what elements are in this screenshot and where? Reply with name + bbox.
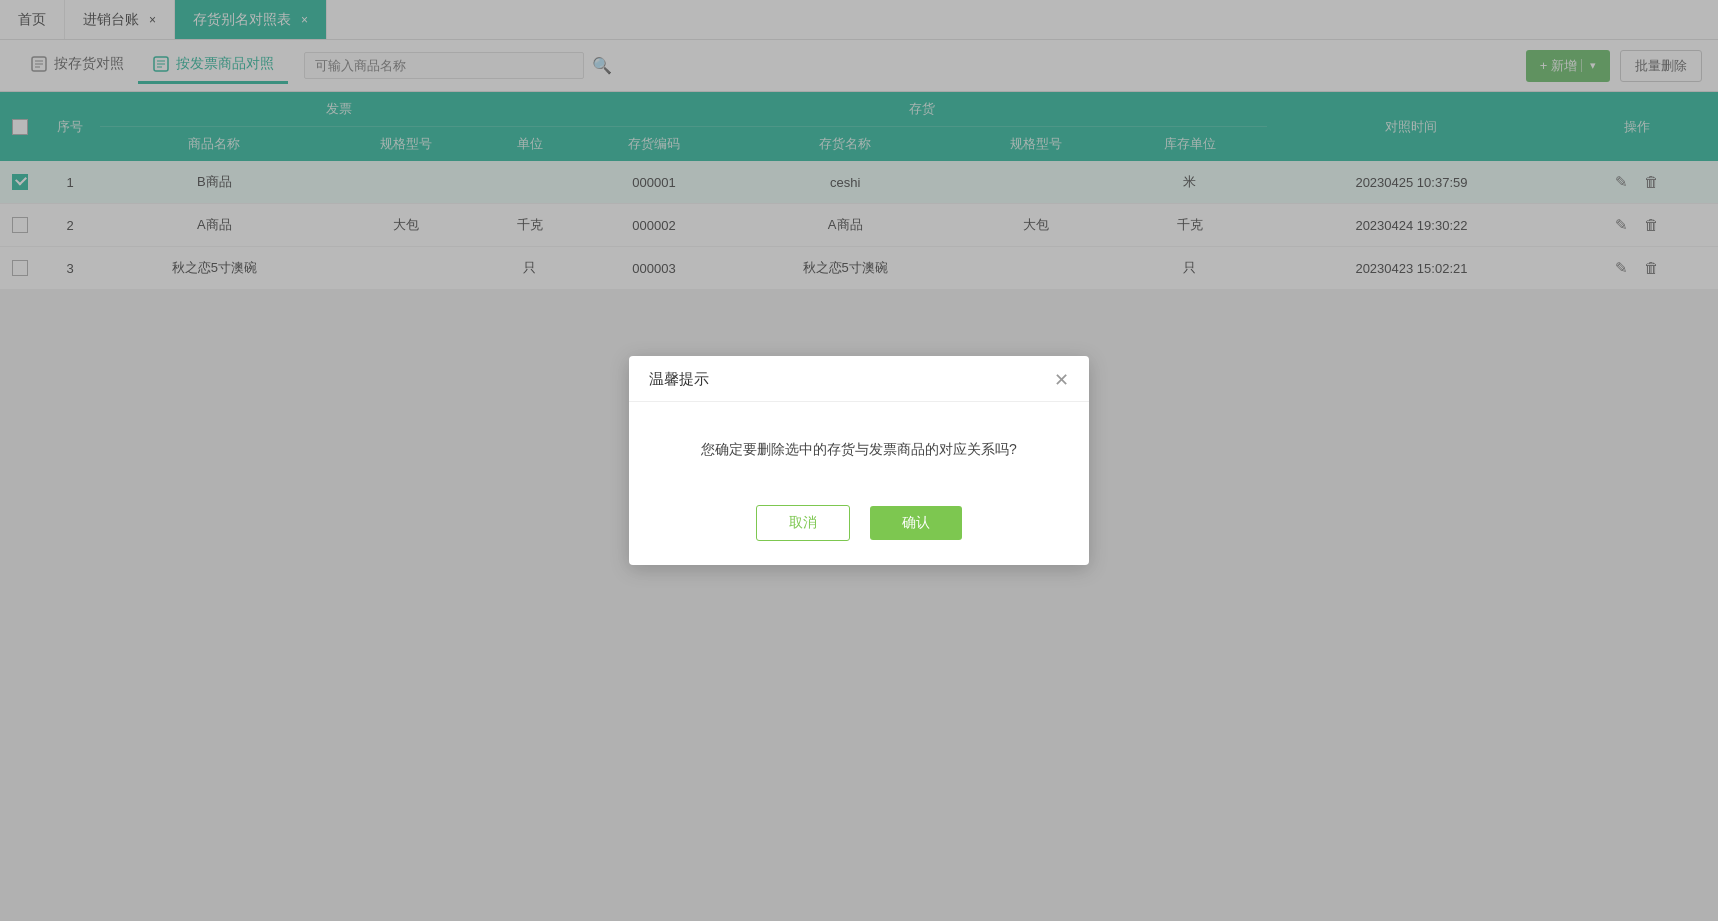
cancel-button[interactable]: 取消 <box>756 505 850 541</box>
modal-overlay[interactable]: 温馨提示 ✕ 您确定要删除选中的存货与发票商品的对应关系吗? 取消 确认 <box>0 0 1718 921</box>
dialog-close-button[interactable]: ✕ <box>1054 371 1069 389</box>
dialog-header: 温馨提示 ✕ <box>629 356 1089 402</box>
page: 首页 进销台账 × 存货别名对照表 × 按存货对照 <box>0 0 1718 921</box>
dialog-body: 您确定要删除选中的存货与发票商品的对应关系吗? <box>629 402 1089 488</box>
confirm-button[interactable]: 确认 <box>870 506 962 540</box>
dialog-footer: 取消 确认 <box>629 489 1089 565</box>
confirm-dialog: 温馨提示 ✕ 您确定要删除选中的存货与发票商品的对应关系吗? 取消 确认 <box>629 356 1089 564</box>
dialog-message: 您确定要删除选中的存货与发票商品的对应关系吗? <box>701 441 1017 457</box>
dialog-title: 温馨提示 <box>649 370 709 389</box>
